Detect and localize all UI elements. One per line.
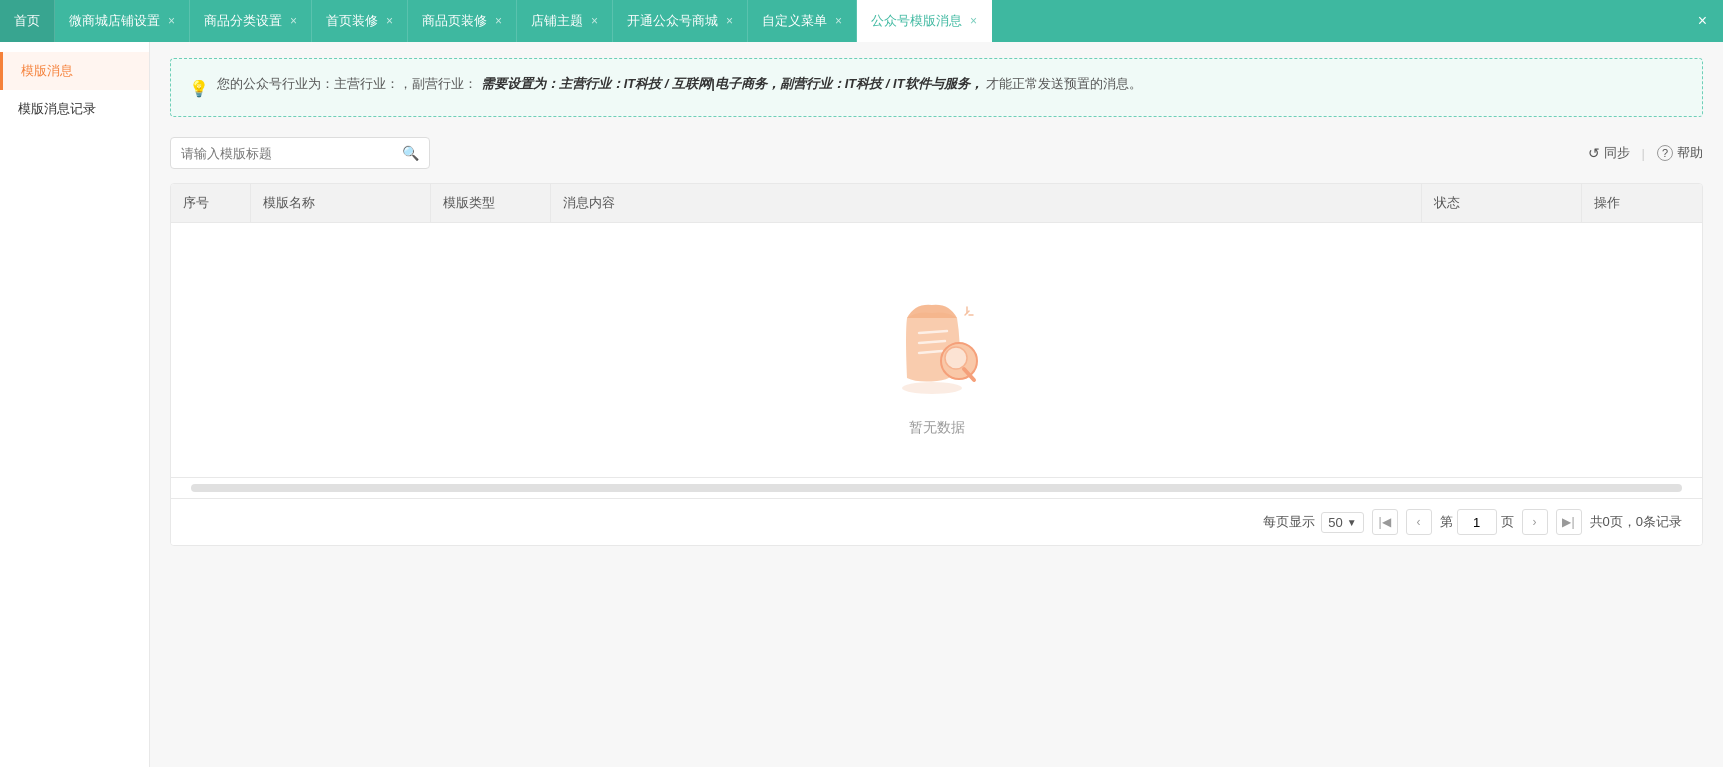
col-index: 序号	[171, 184, 251, 222]
last-page-button[interactable]: ▶|	[1556, 509, 1582, 535]
sync-button[interactable]: ↺ 同步	[1588, 144, 1630, 162]
layout: 模版消息 模版消息记录 💡 您的公众号行业为：主营行业：，副营行业： 需要设置为…	[0, 42, 1723, 767]
col-type: 模版类型	[431, 184, 551, 222]
per-page-label: 每页显示	[1263, 513, 1315, 531]
search-row: 🔍 ↺ 同步 | ? 帮助	[170, 137, 1703, 169]
notice-box: 💡 您的公众号行业为：主营行业：，副营行业： 需要设置为：主营行业：IT科技 /…	[170, 58, 1703, 117]
page-input-wrap: 第 页	[1440, 509, 1514, 535]
tab-home[interactable]: 首页	[0, 0, 55, 42]
tab-theme[interactable]: 店铺主题 ×	[517, 0, 613, 42]
tab-menu-label: 自定义菜单	[762, 12, 827, 30]
tab-category[interactable]: 商品分类设置 ×	[190, 0, 312, 42]
main-content: 💡 您的公众号行业为：主营行业：，副营行业： 需要设置为：主营行业：IT科技 /…	[150, 42, 1723, 767]
tab-product[interactable]: 商品页装修 ×	[408, 0, 517, 42]
toolbar-divider: |	[1642, 146, 1645, 161]
tab-mall-label: 开通公众号商城	[627, 12, 718, 30]
per-page-select[interactable]: 50 ▼	[1321, 512, 1363, 533]
close-all-button[interactable]: ×	[1682, 0, 1723, 42]
empty-text: 暂无数据	[909, 419, 965, 437]
fake-scrollbar[interactable]	[191, 484, 1682, 492]
close-icon[interactable]: ×	[970, 14, 977, 28]
sidebar-item-template-msg[interactable]: 模版消息	[0, 52, 149, 90]
next-page-icon: ›	[1533, 515, 1537, 529]
sync-icon: ↺	[1588, 145, 1600, 161]
per-page-value: 50	[1328, 515, 1342, 530]
help-button[interactable]: ? 帮助	[1657, 144, 1703, 162]
tab-category-label: 商品分类设置	[204, 12, 282, 30]
tab-product-label: 商品页装修	[422, 12, 487, 30]
sidebar-item-template-record-label: 模版消息记录	[18, 101, 96, 116]
per-page-wrap: 每页显示 50 ▼	[1263, 512, 1363, 533]
search-input[interactable]	[181, 146, 402, 161]
tab-home-label: 首页	[14, 12, 40, 30]
first-page-icon: |◀	[1378, 515, 1390, 529]
next-page-button[interactable]: ›	[1522, 509, 1548, 535]
close-icon[interactable]: ×	[495, 14, 502, 28]
data-table: 序号 模版名称 模版类型 消息内容 状态 操作	[170, 183, 1703, 546]
close-icon[interactable]: ×	[835, 14, 842, 28]
search-icon[interactable]: 🔍	[402, 145, 419, 161]
first-page-button[interactable]: |◀	[1372, 509, 1398, 535]
empty-state: 暂无数据	[171, 223, 1702, 477]
close-icon[interactable]: ×	[290, 14, 297, 28]
notice-icon: 💡	[189, 75, 209, 102]
tab-homepage-label: 首页装修	[326, 12, 378, 30]
close-icon[interactable]: ×	[726, 14, 733, 28]
toolbar-right: ↺ 同步 | ? 帮助	[1588, 144, 1703, 162]
col-status: 状态	[1422, 184, 1582, 222]
close-icon[interactable]: ×	[168, 14, 175, 28]
close-icon[interactable]: ×	[591, 14, 598, 28]
tab-wshop-label: 微商城店铺设置	[69, 12, 160, 30]
scrollbar-area	[171, 477, 1702, 498]
tab-menu[interactable]: 自定义菜单 ×	[748, 0, 857, 42]
page-unit: 页	[1501, 513, 1514, 531]
page-label: 第	[1440, 513, 1453, 531]
prev-page-icon: ‹	[1417, 515, 1421, 529]
page-number-input[interactable]	[1457, 509, 1497, 535]
notice-text-after: 才能正常发送预置的消息。	[986, 76, 1142, 91]
help-icon: ?	[1657, 145, 1673, 161]
tab-template[interactable]: 公众号模版消息 ×	[857, 0, 992, 42]
tab-wshop[interactable]: 微商城店铺设置 ×	[55, 0, 190, 42]
sidebar: 模版消息 模版消息记录	[0, 42, 150, 767]
tab-template-label: 公众号模版消息	[871, 12, 962, 30]
table-header: 序号 模版名称 模版类型 消息内容 状态 操作	[171, 184, 1702, 223]
notice-text: 您的公众号行业为：主营行业：，副营行业： 需要设置为：主营行业：IT科技 / 互…	[217, 73, 1142, 95]
sync-label: 同步	[1604, 144, 1630, 162]
top-nav: 首页 微商城店铺设置 × 商品分类设置 × 首页装修 × 商品页装修 × 店铺主…	[0, 0, 1723, 42]
close-icon[interactable]: ×	[386, 14, 393, 28]
col-name: 模版名称	[251, 184, 431, 222]
col-content: 消息内容	[551, 184, 1422, 222]
chevron-down-icon: ▼	[1347, 517, 1357, 528]
svg-point-5	[945, 347, 967, 369]
empty-illustration	[877, 283, 997, 403]
notice-text-before: 您的公众号行业为：主营行业：，副营行业：	[217, 76, 477, 91]
notice-highlight: 需要设置为：主营行业：IT科技 / 互联网|电子商务，副营行业：IT科技 / I…	[481, 76, 983, 91]
prev-page-button[interactable]: ‹	[1406, 509, 1432, 535]
help-label: 帮助	[1677, 144, 1703, 162]
sidebar-item-template-msg-label: 模版消息	[21, 63, 73, 78]
last-page-icon: ▶|	[1562, 515, 1574, 529]
col-action: 操作	[1582, 184, 1702, 222]
tab-homepage[interactable]: 首页装修 ×	[312, 0, 408, 42]
search-input-wrap: 🔍	[170, 137, 430, 169]
svg-point-0	[902, 382, 962, 394]
pagination-row: 每页显示 50 ▼ |◀ ‹ 第 页	[171, 498, 1702, 545]
tab-mall[interactable]: 开通公众号商城 ×	[613, 0, 748, 42]
page-total: 共0页，0条记录	[1590, 513, 1682, 531]
sidebar-item-template-record[interactable]: 模版消息记录	[0, 90, 149, 128]
tab-theme-label: 店铺主题	[531, 12, 583, 30]
